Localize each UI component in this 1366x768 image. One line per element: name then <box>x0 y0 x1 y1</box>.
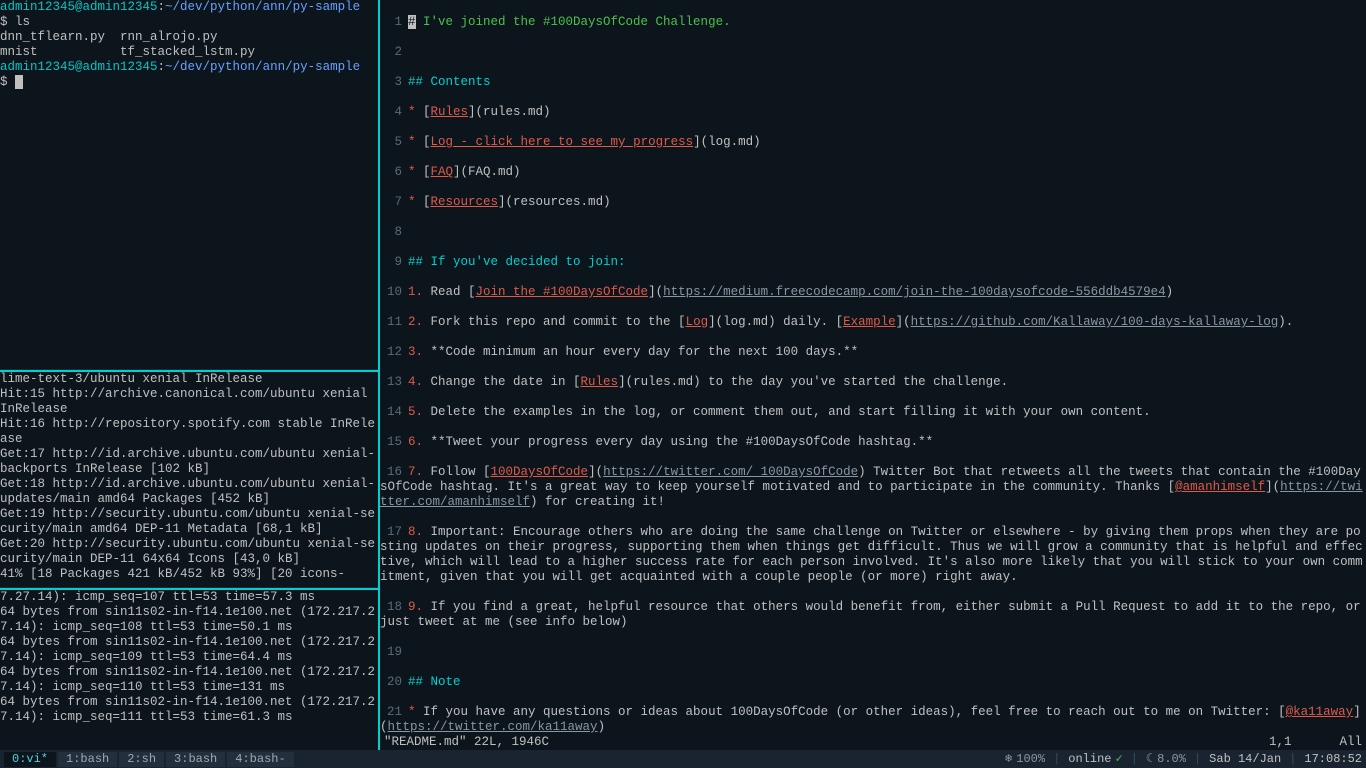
prompt-user: admin12345@admin12345 <box>0 0 158 14</box>
tmux-tabs: 0:vi*1:bash2:sh3:bash4:bash- <box>4 752 294 767</box>
line-number: 18 <box>380 600 408 615</box>
ls-output-row: mnist tf_stacked_lstm.py <box>0 45 378 60</box>
line-number: 6 <box>380 165 408 180</box>
line-number: 8 <box>380 225 408 240</box>
time: 17:08:52 <box>1304 752 1362 767</box>
check-icon: ✓ <box>1115 752 1122 767</box>
left-column: admin12345@admin12345:~/dev/python/ann/p… <box>0 0 380 750</box>
line-number: 11 <box>380 315 408 330</box>
apt-line: Hit:15 http://archive.canonical.com/ubun… <box>0 387 378 417</box>
shell-cursor <box>15 75 23 89</box>
editor-pane[interactable]: 1# I've joined the #100DaysOfCode Challe… <box>380 0 1366 750</box>
ping-pane[interactable]: 7.27.14): icmp_seq=107 ttl=53 time=57.3 … <box>0 588 378 750</box>
vim-cursor-pos: 1,1 <box>1269 735 1292 750</box>
line-number: 14 <box>380 405 408 420</box>
line-number: 16 <box>380 465 408 480</box>
apt-line: 41% [18 Packages 421 kB/452 kB 93%] [20 … <box>0 567 378 582</box>
prompt-path: ~/dev/python/ann/py-sample <box>165 0 360 14</box>
online-label: online <box>1068 752 1111 767</box>
line-number: 2 <box>380 45 408 60</box>
line-number: 4 <box>380 105 408 120</box>
snowflake-icon: ❄ <box>1005 752 1012 767</box>
vim-scroll-pos: All <box>1339 735 1362 750</box>
tmux-tab-2[interactable]: 2:sh <box>119 752 164 767</box>
editor-body[interactable]: 1# I've joined the #100DaysOfCode Challe… <box>380 0 1366 735</box>
line-number: 13 <box>380 375 408 390</box>
apt-line: Hit:16 http://repository.spotify.com sta… <box>0 417 378 447</box>
shell-cmd: $ ls <box>0 15 378 30</box>
moon-icon: ☾ <box>1146 752 1153 767</box>
tmux-tab-0[interactable]: 0:vi* <box>4 752 56 767</box>
battery-pct: 100% <box>1016 752 1045 767</box>
tmux-root: admin12345@admin12345:~/dev/python/ann/p… <box>0 0 1366 768</box>
ls-output-row: dnn_tflearn.py rnn_alrojo.py <box>0 30 378 45</box>
vim-status-line: "README.md" 22L, 1946C 1,1 All <box>380 735 1366 750</box>
apt-line: lime-text-3/ubuntu xenial InRelease <box>0 372 378 387</box>
apt-line: Get:18 http://id.archive.ubuntu.com/ubun… <box>0 477 378 507</box>
tmux-tab-3[interactable]: 3:bash <box>166 752 225 767</box>
apt-line: Get:20 http://security.ubuntu.com/ubuntu… <box>0 537 378 567</box>
date: Sab 14/Jan <box>1209 752 1281 767</box>
apt-line: Get:17 http://id.archive.ubuntu.com/ubun… <box>0 447 378 477</box>
status-right: ❄100% | online ✓ | ☾8.0% | Sab 14/Jan | … <box>1005 752 1362 767</box>
ping-line: 64 bytes from sin11s02-in-f14.1e100.net … <box>0 665 378 695</box>
line-number: 21 <box>380 705 408 720</box>
line-number: 7 <box>380 195 408 210</box>
line-number: 20 <box>380 675 408 690</box>
ping-line: 64 bytes from sin11s02-in-f14.1e100.net … <box>0 635 378 665</box>
line-number: 3 <box>380 75 408 90</box>
cpu-pct: 8.0% <box>1157 752 1186 767</box>
line-number: 10 <box>380 285 408 300</box>
shell-pane[interactable]: admin12345@admin12345:~/dev/python/ann/p… <box>0 0 378 370</box>
tmux-status-bar: 0:vi*1:bash2:sh3:bash4:bash- ❄100% | onl… <box>0 750 1366 768</box>
line-number: 17 <box>380 525 408 540</box>
panes-container: admin12345@admin12345:~/dev/python/ann/p… <box>0 0 1366 750</box>
apt-pane[interactable]: lime-text-3/ubuntu xenial InRelease Hit:… <box>0 370 378 588</box>
tmux-tab-4[interactable]: 4:bash- <box>227 752 293 767</box>
line-number: 15 <box>380 435 408 450</box>
ping-line: 7.27.14): icmp_seq=107 ttl=53 time=57.3 … <box>0 590 378 605</box>
tmux-tab-1[interactable]: 1:bash <box>58 752 117 767</box>
ping-line: 64 bytes from sin11s02-in-f14.1e100.net … <box>0 605 378 635</box>
ping-line: 64 bytes from sin11s02-in-f14.1e100.net … <box>0 695 378 725</box>
apt-line: Get:19 http://security.ubuntu.com/ubuntu… <box>0 507 378 537</box>
line-number: 19 <box>380 645 408 660</box>
line-number: 5 <box>380 135 408 150</box>
line-number: 9 <box>380 255 408 270</box>
line-number: 1 <box>380 15 408 30</box>
line-number: 12 <box>380 345 408 360</box>
vim-file-info: "README.md" 22L, 1946C <box>384 735 549 750</box>
